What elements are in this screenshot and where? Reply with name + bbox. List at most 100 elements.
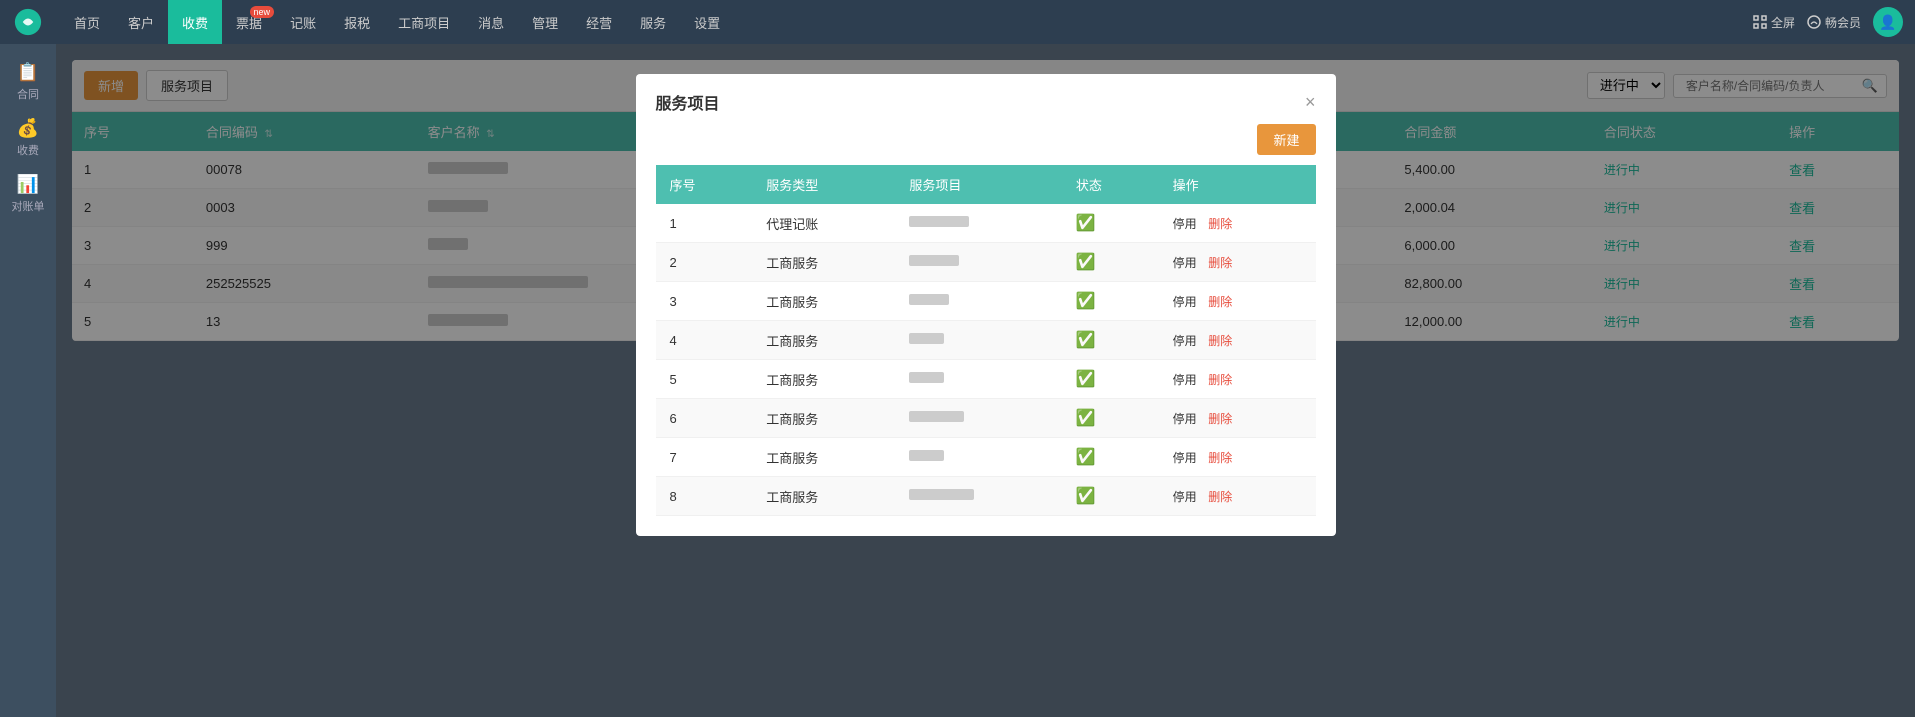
stop-button[interactable]: 停用 (1173, 373, 1197, 387)
scol-item: 服务项目 (895, 165, 1061, 204)
delete-button[interactable]: 删除 (1208, 373, 1232, 387)
scell-item (895, 321, 1061, 360)
scell-status: ✅ (1062, 438, 1159, 477)
check-icon: ✅ (1076, 215, 1096, 232)
modal-toolbar: 新建 (636, 114, 1336, 165)
scol-seq: 序号 (656, 165, 753, 204)
nav-charge[interactable]: 收费 (168, 0, 222, 44)
modal-close-button[interactable]: × (1305, 93, 1316, 111)
stop-button[interactable]: 停用 (1173, 334, 1197, 348)
service-table-row: 7 工商服务 ✅ 停用 删除 (656, 438, 1316, 477)
check-icon: ✅ (1076, 410, 1096, 427)
service-table-row: 4 工商服务 ✅ 停用 删除 (656, 321, 1316, 360)
scell-action[interactable]: 停用 删除 (1159, 399, 1316, 438)
nav-service[interactable]: 服务 (626, 0, 680, 44)
scell-status: ✅ (1062, 204, 1159, 243)
sidebar-label-contract: 合同 (17, 86, 39, 102)
stop-button[interactable]: 停用 (1173, 256, 1197, 270)
service-item-name (909, 450, 944, 461)
sidebar-label-charge: 收费 (17, 142, 39, 158)
scell-status: ✅ (1062, 282, 1159, 321)
service-item-name (909, 489, 974, 500)
scell-action[interactable]: 停用 删除 (1159, 438, 1316, 477)
scell-item (895, 204, 1061, 243)
top-navigation: 首页 客户 收费 票据new 记账 报税 工商项目 消息 管理 经营 服务 设置… (0, 0, 1915, 44)
member-label: 畅会员 (1825, 14, 1861, 31)
scell-type: 工商服务 (752, 438, 895, 477)
nav-invoice[interactable]: 票据new (222, 0, 276, 44)
scell-status: ✅ (1062, 321, 1159, 360)
check-icon: ✅ (1076, 371, 1096, 388)
check-icon: ✅ (1076, 449, 1096, 466)
scell-seq: 1 (656, 204, 753, 243)
delete-button[interactable]: 删除 (1208, 217, 1232, 231)
service-item-name (909, 333, 944, 344)
scol-status: 状态 (1062, 165, 1159, 204)
scell-type: 工商服务 (752, 477, 895, 516)
delete-button[interactable]: 删除 (1208, 295, 1232, 309)
nav-manage[interactable]: 管理 (518, 0, 572, 44)
sidebar-item-reconcile[interactable]: 📊 对账单 (0, 166, 56, 222)
delete-button[interactable]: 删除 (1208, 256, 1232, 270)
member-button[interactable]: 畅会员 (1807, 14, 1861, 31)
delete-button[interactable]: 删除 (1208, 451, 1232, 465)
scell-status: ✅ (1062, 477, 1159, 516)
nav-message[interactable]: 消息 (464, 0, 518, 44)
sidebar-item-contract[interactable]: 📋 合同 (0, 54, 56, 110)
service-item-name (909, 372, 944, 383)
scell-seq: 7 (656, 438, 753, 477)
nav-tax[interactable]: 报税 (330, 0, 384, 44)
new-badge: new (250, 6, 275, 18)
nav-accounting[interactable]: 记账 (276, 0, 330, 44)
service-table-row: 1 代理记账 ✅ 停用 删除 (656, 204, 1316, 243)
stop-button[interactable]: 停用 (1173, 217, 1197, 231)
sidebar-label-reconcile: 对账单 (12, 198, 45, 214)
scell-action[interactable]: 停用 删除 (1159, 204, 1316, 243)
scell-item (895, 360, 1061, 399)
modal-title: 服务项目 (656, 90, 720, 114)
scell-action[interactable]: 停用 删除 (1159, 243, 1316, 282)
new-service-button[interactable]: 新建 (1257, 124, 1315, 155)
service-item-name (909, 255, 959, 266)
scell-seq: 8 (656, 477, 753, 516)
scell-action[interactable]: 停用 删除 (1159, 360, 1316, 399)
scell-item (895, 477, 1061, 516)
service-item-name (909, 411, 964, 422)
scell-action[interactable]: 停用 删除 (1159, 477, 1316, 516)
stop-button[interactable]: 停用 (1173, 412, 1197, 426)
nav-customer[interactable]: 客户 (114, 0, 168, 44)
user-avatar[interactable]: 👤 (1873, 7, 1903, 37)
nav-home[interactable]: 首页 (60, 0, 114, 44)
stop-button[interactable]: 停用 (1173, 451, 1197, 465)
sidebar-item-charge[interactable]: 💰 收费 (0, 110, 56, 166)
scell-seq: 4 (656, 321, 753, 360)
modal-overlay[interactable]: 服务项目 × 新建 序号 服务类型 服务项目 状态 操作 1 代理记账 (56, 44, 1915, 717)
delete-button[interactable]: 删除 (1208, 334, 1232, 348)
service-table: 序号 服务类型 服务项目 状态 操作 1 代理记账 ✅ 停用 删除 2 工商服 (656, 165, 1316, 516)
check-icon: ✅ (1076, 332, 1096, 349)
scell-action[interactable]: 停用 删除 (1159, 282, 1316, 321)
modal-table-wrap: 序号 服务类型 服务项目 状态 操作 1 代理记账 ✅ 停用 删除 2 工商服 (636, 165, 1336, 536)
scell-item (895, 282, 1061, 321)
delete-button[interactable]: 删除 (1208, 490, 1232, 504)
fullscreen-button[interactable]: 全屏 (1753, 14, 1795, 31)
check-icon: ✅ (1076, 293, 1096, 310)
nav-operation[interactable]: 经营 (572, 0, 626, 44)
scol-action: 操作 (1159, 165, 1316, 204)
delete-button[interactable]: 删除 (1208, 412, 1232, 426)
service-table-header: 序号 服务类型 服务项目 状态 操作 (656, 165, 1316, 204)
stop-button[interactable]: 停用 (1173, 490, 1197, 504)
nav-settings[interactable]: 设置 (680, 0, 734, 44)
left-sidebar: 📋 合同 💰 收费 📊 对账单 (0, 44, 56, 717)
scell-seq: 2 (656, 243, 753, 282)
scell-action[interactable]: 停用 删除 (1159, 321, 1316, 360)
stop-button[interactable]: 停用 (1173, 295, 1197, 309)
service-table-row: 8 工商服务 ✅ 停用 删除 (656, 477, 1316, 516)
scell-type: 工商服务 (752, 360, 895, 399)
scell-item (895, 399, 1061, 438)
nav-business[interactable]: 工商项目 (384, 0, 464, 44)
scell-status: ✅ (1062, 399, 1159, 438)
scell-seq: 6 (656, 399, 753, 438)
service-table-row: 5 工商服务 ✅ 停用 删除 (656, 360, 1316, 399)
scell-type: 工商服务 (752, 399, 895, 438)
